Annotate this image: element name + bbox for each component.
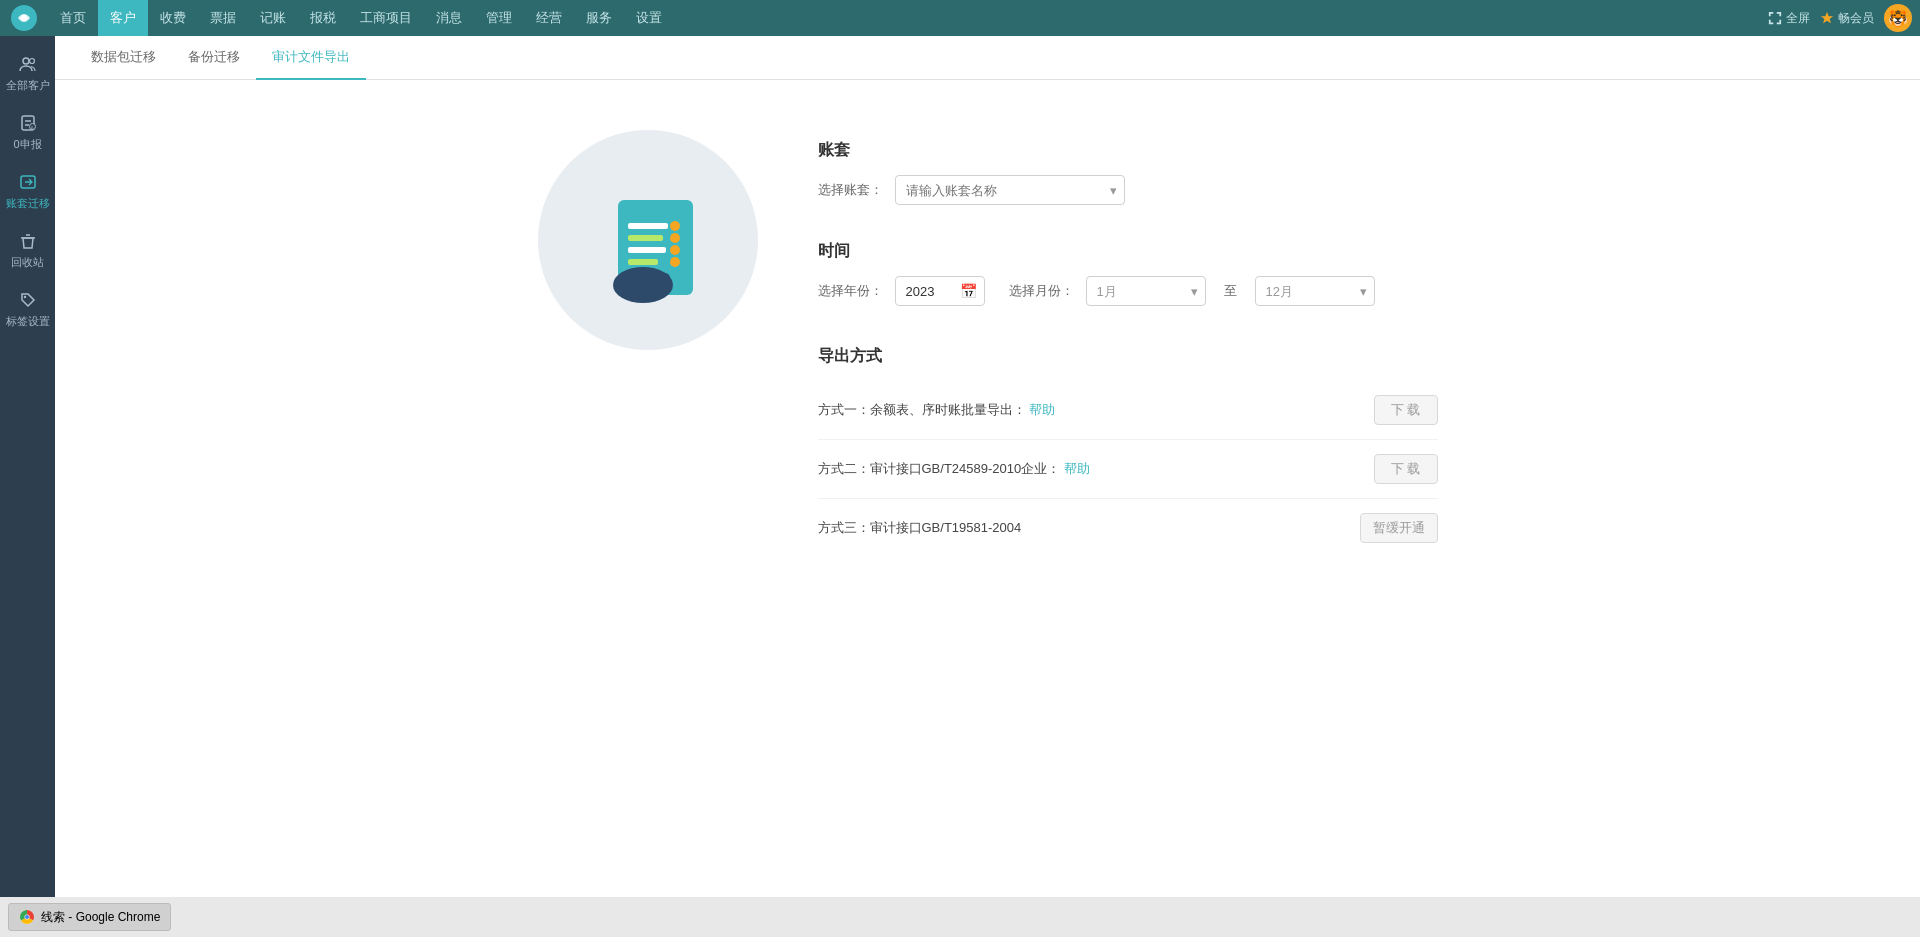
sidebar-item-all-customers[interactable]: 全部客户 (0, 44, 55, 103)
left-sidebar: 全部客户 0 0申报 账套迁移 回收站 (0, 36, 55, 897)
right-form: 账套 选择账套： ▾ 时间 选择年份： (818, 130, 1438, 557)
svg-point-8 (23, 296, 25, 298)
nav-operation[interactable]: 经营 (524, 0, 574, 36)
svg-point-3 (29, 59, 34, 64)
svg-point-26 (25, 915, 29, 919)
account-section: 账套 选择账套： ▾ (818, 140, 1438, 213)
end-month-wrapper: 1月2月3月4月 5月6月7月8月 9月10月11月12月 ▾ (1255, 276, 1375, 306)
sidebar-label-migrate: 账套迁移 (6, 196, 50, 211)
time-section: 时间 选择年份： 📅 选择月份： 1月2月3月4月 5 (818, 241, 1438, 314)
tab-audit-export[interactable]: 审计文件导出 (256, 36, 366, 80)
export-method-2-text: 方式二：审计接口GB/T24589-2010企业： 帮助 (818, 460, 1090, 478)
time-row: 选择年份： 📅 选择月份： 1月2月3月4月 5月6月7月8月 9月10 (818, 276, 1438, 306)
main-layout: 全部客户 0 0申报 账套迁移 回收站 (0, 36, 1920, 897)
nav-items: 首页 客户 收费 票据 记账 报税 工商项目 消息 管理 经营 服务 设置 (48, 0, 1768, 36)
svg-point-15 (670, 233, 680, 243)
start-month-wrapper: 1月2月3月4月 5月6月7月8月 9月10月11月12月 ▾ (1086, 276, 1206, 306)
svg-rect-21 (649, 269, 660, 294)
form-wrapper: 账套 选择账套： ▾ 时间 选择年份： (538, 130, 1438, 557)
sidebar-label-zero-report: 0申报 (13, 137, 41, 152)
export-method-3: 方式三：审计接口GB/T19581-2004 暂缓开通 (818, 499, 1438, 557)
svg-rect-10 (628, 223, 668, 229)
nav-tax[interactable]: 报税 (298, 0, 348, 36)
svg-rect-20 (637, 267, 649, 295)
export-method-3-text: 方式三：审计接口GB/T19581-2004 (818, 519, 1022, 537)
sidebar-label-all-customers: 全部客户 (6, 78, 50, 93)
illustration-circle (538, 130, 758, 350)
nav-customer[interactable]: 客户 (98, 0, 148, 36)
export-method-1: 方式一：余额表、序时账批量导出： 帮助 下 载 (818, 381, 1438, 440)
svg-point-2 (23, 58, 29, 64)
sidebar-item-trash[interactable]: 回收站 (0, 221, 55, 280)
year-input[interactable] (895, 276, 985, 306)
fullscreen-label: 全屏 (1786, 10, 1810, 27)
nav-manage[interactable]: 管理 (474, 0, 524, 36)
svg-point-14 (670, 221, 680, 231)
svg-rect-11 (628, 235, 663, 241)
nav-settings[interactable]: 设置 (624, 0, 674, 36)
nav-home[interactable]: 首页 (48, 0, 98, 36)
tab-data-migration[interactable]: 数据包迁移 (75, 36, 172, 80)
svg-rect-13 (628, 259, 658, 265)
start-month-select[interactable]: 1月2月3月4月 5月6月7月8月 9月10月11月12月 (1086, 276, 1206, 306)
time-title: 时间 (818, 241, 1438, 262)
account-input[interactable] (895, 175, 1125, 205)
member-label: 畅会员 (1838, 10, 1874, 27)
svg-rect-22 (660, 273, 670, 295)
top-nav-right: 全屏 畅会员 🐯 (1768, 4, 1912, 32)
nav-message[interactable]: 消息 (424, 0, 474, 36)
end-month-select[interactable]: 1月2月3月4月 5月6月7月8月 9月10月11月12月 (1255, 276, 1375, 306)
method-2-help-link[interactable]: 帮助 (1064, 461, 1090, 476)
nav-invoice[interactable]: 票据 (198, 0, 248, 36)
svg-point-16 (670, 245, 680, 255)
sidebar-item-tag-settings[interactable]: 标签设置 (0, 280, 55, 339)
sidebar-label-trash: 回收站 (11, 255, 44, 270)
taskbar-chrome-label: 线索 - Google Chrome (41, 909, 160, 926)
svg-rect-12 (628, 247, 666, 253)
to-text: 至 (1218, 282, 1243, 300)
export-method-1-text: 方式一：余额表、序时账批量导出： 帮助 (818, 401, 1056, 419)
nav-fee[interactable]: 收费 (148, 0, 198, 36)
sidebar-item-zero-report[interactable]: 0 0申报 (0, 103, 55, 162)
sidebar-item-migrate[interactable]: 账套迁移 (0, 162, 55, 221)
year-label: 选择年份： (818, 282, 883, 300)
tab-backup-migration[interactable]: 备份迁移 (172, 36, 256, 80)
svg-point-17 (670, 257, 680, 267)
illustration-area (538, 130, 758, 350)
nav-business[interactable]: 工商项目 (348, 0, 424, 36)
month-label: 选择月份： (1009, 282, 1074, 300)
fullscreen-button[interactable]: 全屏 (1768, 10, 1810, 27)
page-content: 账套 选择账套： ▾ 时间 选择年份： (55, 80, 1920, 897)
taskbar: 线索 - Google Chrome (0, 897, 1920, 937)
svg-point-1 (21, 15, 27, 21)
year-input-wrapper: 📅 (895, 276, 985, 306)
export-title: 导出方式 (818, 346, 1438, 367)
account-select-label: 选择账套： (818, 181, 883, 199)
nav-service[interactable]: 服务 (574, 0, 624, 36)
export-method-2: 方式二：审计接口GB/T24589-2010企业： 帮助 下 载 (818, 440, 1438, 499)
method-2-download-button[interactable]: 下 载 (1374, 454, 1438, 484)
account-title: 账套 (818, 140, 1438, 161)
sidebar-label-tag: 标签设置 (6, 314, 50, 329)
taskbar-chrome-item[interactable]: 线索 - Google Chrome (8, 903, 171, 931)
svg-rect-19 (623, 270, 638, 300)
account-input-wrapper: ▾ (895, 175, 1125, 205)
method-1-download-button[interactable]: 下 载 (1374, 395, 1438, 425)
account-row: 选择账套： ▾ (818, 175, 1438, 205)
tab-bar: 数据包迁移 备份迁移 审计文件导出 (55, 36, 1920, 80)
top-nav: 首页 客户 收费 票据 记账 报税 工商项目 消息 管理 经营 服务 设置 全屏… (0, 0, 1920, 36)
export-section: 导出方式 方式一：余额表、序时账批量导出： 帮助 下 载 (818, 346, 1438, 557)
method-3-coming-soon-button: 暂缓开通 (1360, 513, 1438, 543)
member-button[interactable]: 畅会员 (1820, 10, 1874, 27)
chrome-icon (19, 909, 35, 925)
content-area: 数据包迁移 备份迁移 审计文件导出 (55, 36, 1920, 897)
method-1-help-link[interactable]: 帮助 (1029, 402, 1055, 417)
avatar[interactable]: 🐯 (1884, 4, 1912, 32)
app-logo (8, 2, 40, 34)
nav-bookkeeping[interactable]: 记账 (248, 0, 298, 36)
